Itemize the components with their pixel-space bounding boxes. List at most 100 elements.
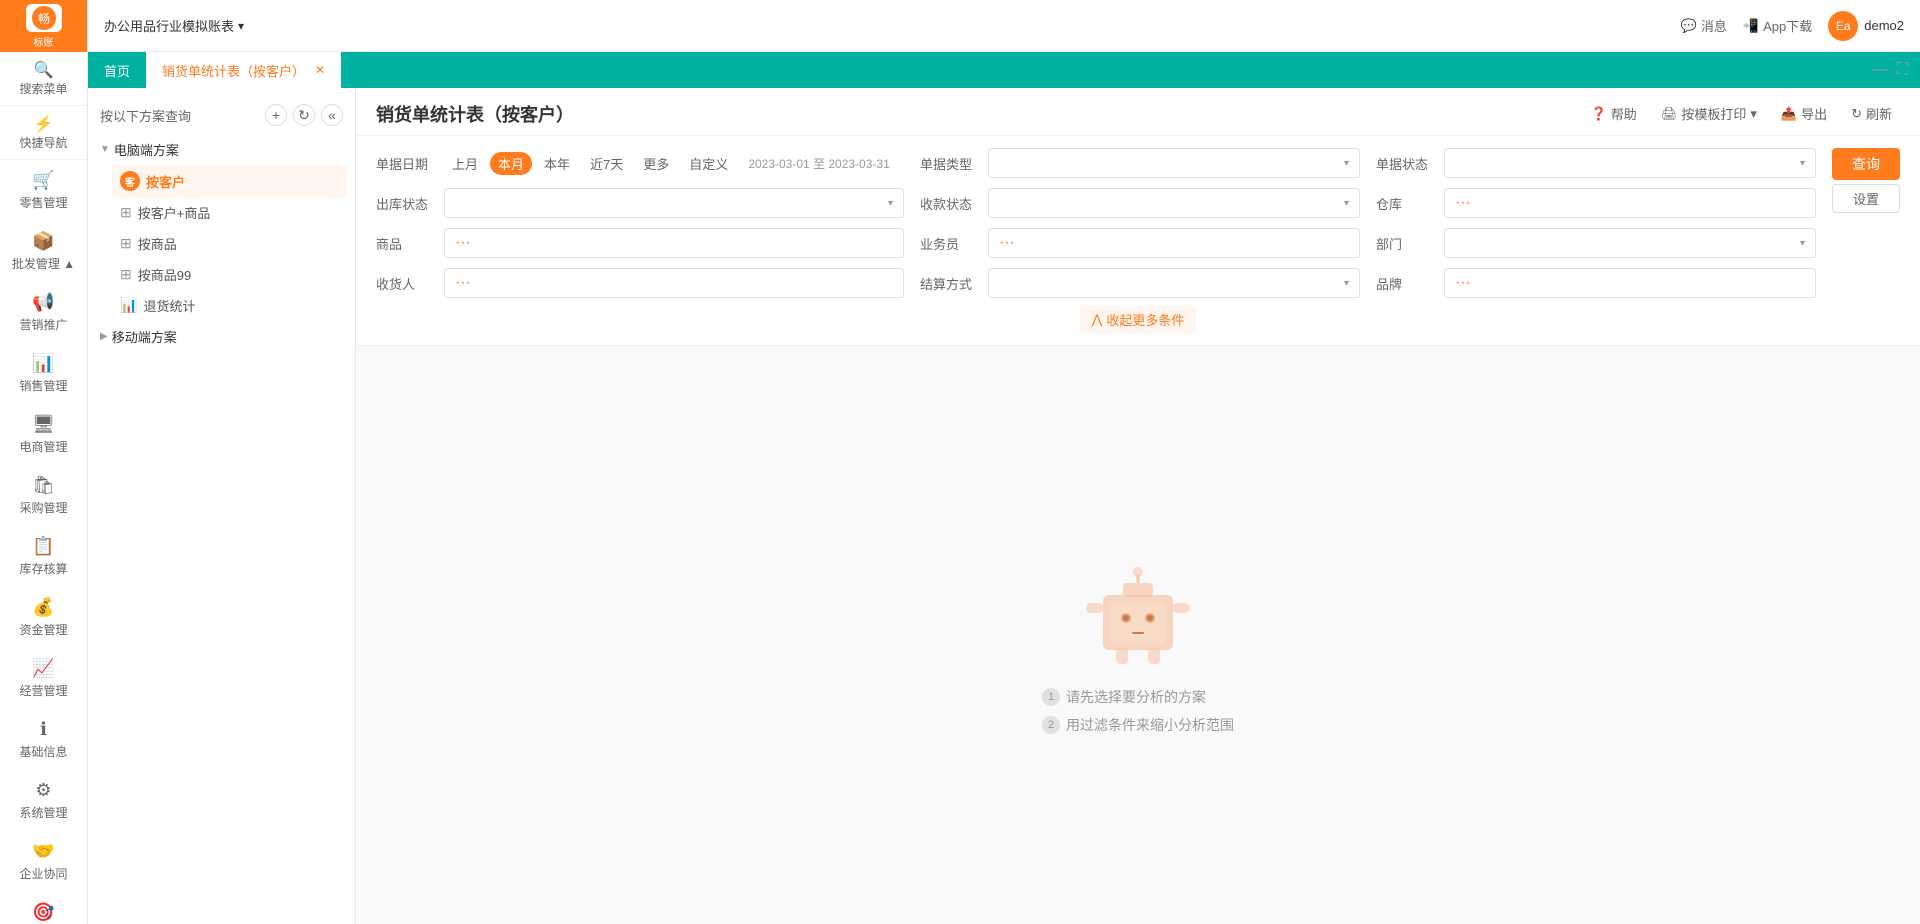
settlement-filter: 结算方式 ▾ [920, 268, 1360, 298]
template-print-button[interactable]: 🖨 按模板打印 ▾ [1653, 100, 1765, 127]
industry-selector[interactable]: 办公用品行业模拟账表 ▾ [104, 16, 244, 35]
salesman-label: 业务员 [920, 234, 980, 253]
filter-fields: 单据日期 上月 本月 本年 近7天 更多 自定义 2023-03-01 至 20… [376, 148, 1816, 298]
salesman-select[interactable]: ··· [988, 228, 1360, 258]
sidebar-item-finance[interactable]: 💰 资金管理 [0, 587, 87, 648]
enterprise-icon: 🤝 [32, 841, 54, 862]
logo-icon: 畅 [26, 4, 62, 32]
sidebar-item-retail[interactable]: 🛒 零售管理 [0, 160, 87, 221]
sidebar-item-marketing[interactable]: 📢 营销推广 [0, 282, 87, 343]
collapse-panel-button[interactable]: « [321, 104, 343, 126]
goods-select[interactable]: ··· [444, 228, 904, 258]
refresh-plan-button[interactable]: ↻ [293, 104, 315, 126]
plan-item-customer[interactable]: 客 按客户 [112, 165, 347, 197]
receiver-dots-icon: ··· [455, 274, 471, 292]
left-panel-actions: + ↻ « [265, 104, 343, 126]
date-tab-last-month[interactable]: 上月 [444, 152, 486, 175]
sidebar-item-ecommerce[interactable]: 🖥 电商管理 [0, 404, 87, 465]
tab-close-icon[interactable]: ✕ [315, 63, 325, 77]
tab-home[interactable]: 首页 [88, 52, 146, 88]
right-panel: 销货单统计表（按客户） ❓ 帮助 🖨 按模板打印 ▾ 📤 导出 [356, 88, 1920, 924]
sidebar-item-purchase[interactable]: 🛍 采购管理 [0, 465, 87, 526]
date-range-text: 2023-03-01 至 2023-03-31 [748, 155, 889, 172]
sidebar-item-operations[interactable]: 📈 经营管理 [0, 648, 87, 709]
warehouse-select[interactable]: ··· [1444, 188, 1816, 218]
brand-label: 品牌 [1376, 274, 1436, 293]
date-tab-custom[interactable]: 自定义 [681, 152, 736, 175]
action-buttons: 查询 设置 [1832, 148, 1900, 213]
plan-item-goods99[interactable]: ⊞ 按商品99 [112, 259, 347, 290]
doc-type-label: 单据类型 [920, 154, 980, 173]
help-button[interactable]: ❓ 帮助 [1583, 100, 1645, 127]
desktop-plan-group: ▼ 电脑端方案 客 按客户 ⊞ 按客户+商品 ⊞ 按商品 [88, 134, 355, 321]
storage-label: 出库状态 [376, 194, 436, 213]
goods-icon: ⊞ [120, 235, 132, 252]
settlement-arrow-icon: ▾ [1344, 278, 1349, 289]
storage-select[interactable]: ▾ [444, 188, 904, 218]
inventory-icon: 📋 [32, 536, 54, 557]
settings-button[interactable]: 设置 [1832, 184, 1900, 213]
settlement-select[interactable]: ▾ [988, 268, 1360, 298]
header-left: 办公用品行业模拟账表 ▾ [104, 16, 244, 35]
date-label: 单据日期 [376, 154, 436, 173]
date-tab-more[interactable]: 更多 [635, 152, 677, 175]
sidebar-item-enterprise[interactable]: 🤝 企业协同 [0, 831, 87, 892]
user-name: demo2 [1864, 18, 1904, 33]
payment-arrow-icon: ▾ [1344, 198, 1349, 209]
brand-select[interactable]: ··· [1444, 268, 1816, 298]
goods-label: 商品 [376, 234, 436, 253]
tabs-bar: 首页 销货单统计表（按客户） ✕ — ⛶ [88, 52, 1920, 88]
dept-select[interactable]: ▾ [1444, 228, 1816, 258]
export-button[interactable]: 📤 导出 [1773, 100, 1835, 127]
plan-item-customer-goods[interactable]: ⊞ 按客户+商品 [112, 197, 347, 228]
filter-row-4: 收货人 ··· 结算方式 ▾ [376, 268, 1816, 298]
sidebar-item-inventory[interactable]: 📋 库存核算 [0, 526, 87, 587]
customer-goods-icon: ⊞ [120, 204, 132, 221]
receiver-filter: 收货人 ··· [376, 268, 904, 298]
sidebar-item-wholesale[interactable]: 📦 批发管理 ▲ [0, 221, 87, 282]
collapse-conditions-button[interactable]: ⋀ 收起更多条件 [1080, 306, 1197, 333]
doc-status-select[interactable]: ▾ [1444, 148, 1816, 178]
sidebar-menu: 🛒 零售管理 📦 批发管理 ▲ 📢 营销推广 📊 销售管理 🖥 电商管理 🛍 采… [0, 160, 87, 924]
minimize-button[interactable]: — [1873, 61, 1889, 79]
retail-icon: 🛒 [32, 170, 54, 191]
mobile-plan-group[interactable]: ▶ 移动端方案 [88, 321, 355, 352]
date-tabs: 上月 本月 本年 近7天 更多 自定义 2023-03-01 至 2023-03… [444, 152, 890, 175]
purchase-icon: 🛍 [32, 475, 55, 496]
add-plan-button[interactable]: + [265, 104, 287, 126]
print-icon: 🖨 [1661, 106, 1678, 122]
empty-tip-2: 2 用过滤条件来缩小分析范围 [1042, 715, 1234, 735]
date-tab-this-year[interactable]: 本年 [536, 152, 578, 175]
message-button[interactable]: 💬 消息 [1681, 16, 1727, 35]
filter-row-2: 出库状态 ▾ 收款状态 ▾ [376, 188, 1816, 218]
plan-item-returns[interactable]: 📊 退货统计 [112, 290, 347, 321]
sidebar-item-newbie[interactable]: 🎯 新手引导 [0, 892, 87, 924]
sidebar-item-sales[interactable]: 📊 销售管理 [0, 343, 87, 404]
date-tab-7days[interactable]: 近7天 [582, 152, 631, 175]
refresh-button[interactable]: ↻ 刷新 [1843, 100, 1900, 127]
sidebar-item-basic-info[interactable]: ℹ 基础信息 [0, 709, 87, 770]
salesman-filter: 业务员 ··· [920, 228, 1360, 258]
doc-type-select[interactable]: ▾ [988, 148, 1360, 178]
desktop-plan-group-header[interactable]: ▼ 电脑端方案 [96, 134, 347, 165]
app-download-button[interactable]: 📲 App下载 [1743, 16, 1812, 35]
query-button[interactable]: 查询 [1832, 148, 1900, 180]
sidebar-search-menu[interactable]: 🔍 搜索菜单 [0, 52, 87, 106]
maximize-button[interactable]: ⛶ [1897, 61, 1908, 79]
payment-label: 收款状态 [920, 194, 980, 213]
goods-filter: 商品 ··· [376, 228, 904, 258]
payment-select[interactable]: ▾ [988, 188, 1360, 218]
plan-item-goods[interactable]: ⊞ 按商品 [112, 228, 347, 259]
tab-sales-stats[interactable]: 销货单统计表（按客户） ✕ [146, 52, 341, 88]
sidebar-item-system[interactable]: ⚙ 系统管理 [0, 770, 87, 831]
user-area[interactable]: Ea demo2 [1828, 11, 1904, 41]
sidebar-quick-nav[interactable]: ⚡ 快捷导航 [0, 106, 87, 160]
wholesale-icon: 📦 [32, 231, 54, 252]
doc-status-filter: 单据状态 ▾ [1376, 148, 1816, 178]
system-icon: ⚙ [35, 780, 51, 801]
top-header: 办公用品行业模拟账表 ▾ 💬 消息 📲 App下载 Ea demo2 [88, 0, 1920, 52]
date-tab-this-month[interactable]: 本月 [490, 152, 532, 175]
receiver-select[interactable]: ··· [444, 268, 904, 298]
filter-section: 单据日期 上月 本月 本年 近7天 更多 自定义 2023-03-01 至 20… [376, 148, 1900, 298]
filter-area: 单据日期 上月 本月 本年 近7天 更多 自定义 2023-03-01 至 20… [356, 136, 1920, 346]
